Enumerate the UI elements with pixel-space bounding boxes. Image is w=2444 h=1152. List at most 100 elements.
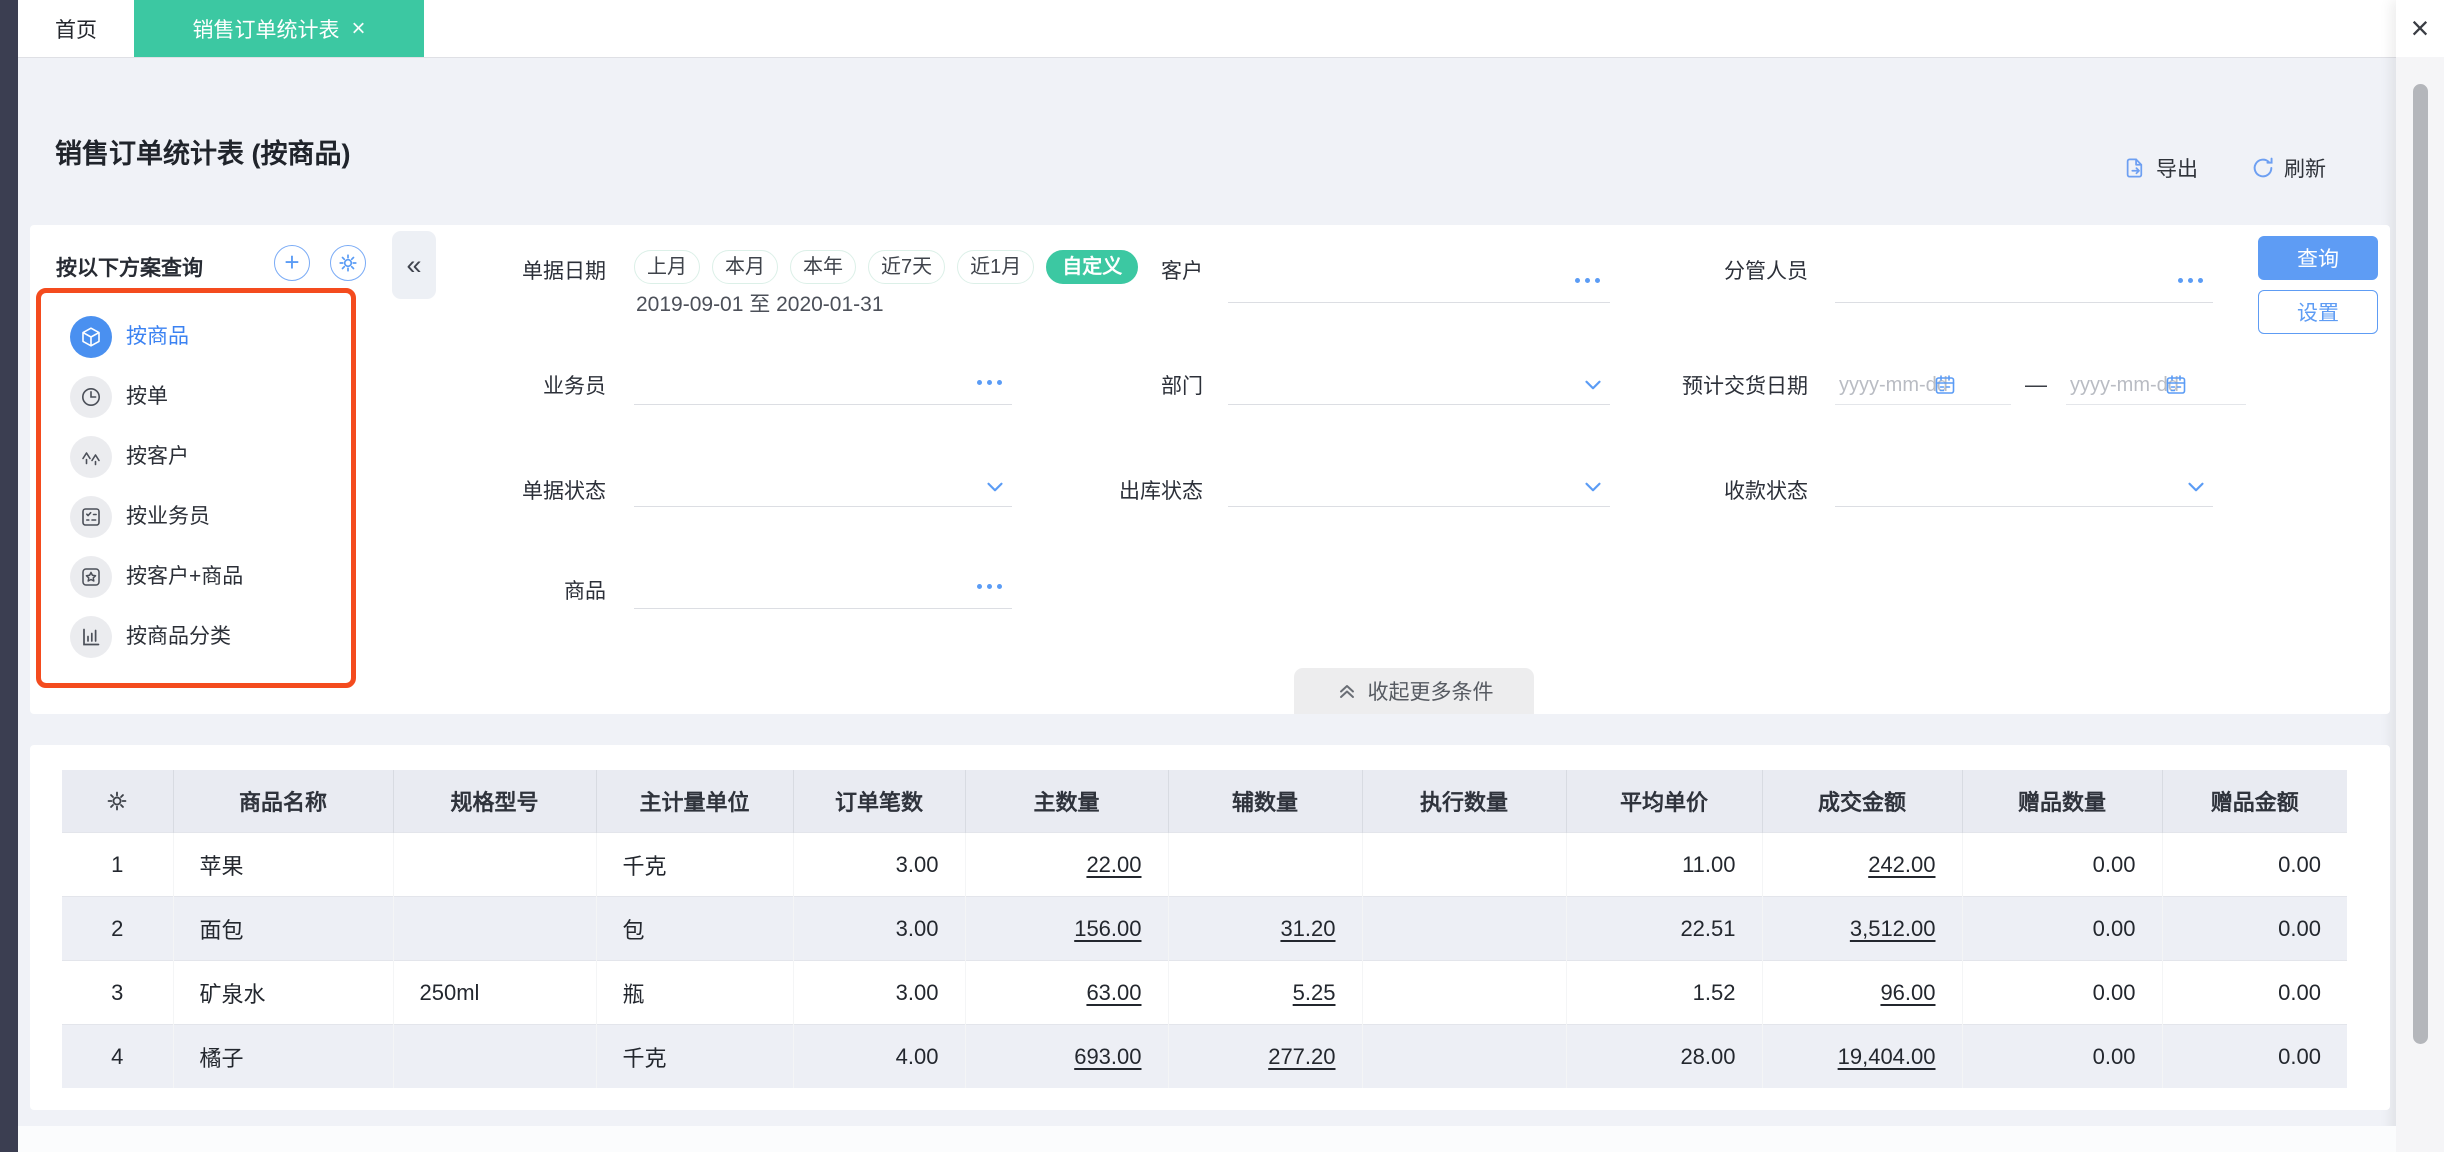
column-header-avg-price[interactable]: 平均单价	[1565, 770, 1762, 833]
outbound-status-input[interactable]	[1232, 474, 1574, 499]
cell-main-qty-link[interactable]: 693.00	[964, 1024, 1168, 1088]
cell-unit: 千克	[595, 832, 793, 897]
column-header-aux-qty[interactable]: 辅数量	[1167, 770, 1362, 833]
quick-range-last-1-month[interactable]: 近1月	[957, 250, 1035, 284]
customer-product-star-icon	[70, 556, 112, 598]
cell-aux-qty-link[interactable]: 5.25	[1167, 960, 1362, 1025]
cell-spec	[392, 832, 596, 897]
chevron-down-icon[interactable]	[1580, 474, 1606, 500]
cell-amount-link[interactable]: 242.00	[1761, 832, 1962, 897]
cell-unit: 千克	[595, 1024, 793, 1088]
cell-exec-qty	[1361, 960, 1566, 1025]
ellipsis-picker-icon[interactable]	[977, 380, 1002, 385]
salesman-checklist-icon	[70, 496, 112, 538]
cell-main-qty-link[interactable]: 63.00	[964, 960, 1168, 1025]
quick-range-this-month[interactable]: 本月	[712, 250, 778, 284]
cell-amount-link[interactable]: 96.00	[1761, 960, 1962, 1025]
filter-label-salesman: 业务员	[543, 375, 606, 398]
scheme-settings-button[interactable]	[330, 245, 366, 281]
cell-avg-price: 1.52	[1565, 960, 1762, 1025]
department-input[interactable]	[1232, 372, 1574, 397]
quick-range-last-7-days[interactable]: 近7天	[868, 250, 946, 284]
ellipsis-picker-icon[interactable]	[2178, 278, 2203, 283]
doc-status-input[interactable]	[638, 474, 976, 499]
gear-icon	[339, 254, 357, 272]
chevrons-up-icon	[1339, 685, 1354, 698]
column-header-spec[interactable]: 规格型号	[392, 770, 596, 833]
doc-date-range-value[interactable]: 2019-09-01 至 2020-01-31	[636, 288, 884, 318]
bottom-band	[18, 1126, 2396, 1152]
product-input[interactable]	[638, 576, 976, 601]
scheme-item-label: 按客户+商品	[126, 565, 244, 588]
chevron-down-icon[interactable]	[1580, 372, 1606, 398]
cell-product-name: 面包	[172, 896, 393, 961]
scheme-item-label: 按单	[126, 385, 168, 408]
customer-field	[1228, 268, 1610, 303]
quick-range-this-year[interactable]: 本年	[790, 250, 856, 284]
column-header-unit[interactable]: 主计量单位	[595, 770, 793, 833]
cell-amount-link[interactable]: 3,512.00	[1761, 896, 1962, 961]
date-range-separator: —	[2025, 372, 2047, 397]
ellipsis-picker-icon[interactable]	[1575, 278, 1600, 283]
tab-sales-order-report[interactable]: 销售订单统计表 ×	[134, 0, 424, 57]
column-header-gift-amount[interactable]: 赠品金额	[2161, 770, 2347, 833]
column-header-gift-qty[interactable]: 赠品数量	[1961, 770, 2162, 833]
scheme-item-by-order[interactable]: 按单	[70, 376, 168, 418]
tab-active-label: 销售订单统计表	[192, 18, 340, 42]
column-header-product-name[interactable]: 商品名称	[172, 770, 393, 833]
table-row: 4 橘子 千克 4.00 693.00 277.20 28.00 19,404.…	[62, 1024, 2347, 1088]
refresh-button[interactable]: 刷新	[2244, 152, 2332, 184]
tab-home-label: 首页	[55, 18, 97, 42]
calendar-icon[interactable]	[1933, 373, 1957, 397]
tab-close-icon[interactable]: ×	[351, 16, 365, 41]
cell-amount-link[interactable]: 19,404.00	[1761, 1024, 1962, 1088]
cell-gift-amount: 0.00	[2161, 960, 2347, 1025]
cell-gift-qty: 0.00	[1961, 896, 2162, 961]
cell-avg-price: 22.51	[1565, 896, 1762, 961]
scheme-item-by-customer[interactable]: 按客户	[70, 436, 189, 478]
collapse-scheme-panel-button[interactable]: «	[392, 231, 436, 299]
salesman-input[interactable]	[638, 372, 976, 397]
quick-range-last-month[interactable]: 上月	[634, 250, 700, 284]
cell-row-index: 1	[62, 832, 173, 897]
cell-row-index: 2	[62, 896, 173, 961]
table-settings-gear-icon[interactable]	[62, 770, 173, 832]
cell-aux-qty-link[interactable]: 277.20	[1167, 1024, 1362, 1088]
cell-main-qty-link[interactable]: 156.00	[964, 896, 1168, 961]
cell-product-name: 橘子	[172, 1024, 393, 1088]
scheme-item-by-category[interactable]: 按商品分类	[70, 616, 231, 658]
cell-main-qty-link[interactable]: 22.00	[964, 832, 1168, 897]
column-header-order-count[interactable]: 订单笔数	[792, 770, 965, 833]
chevron-down-icon[interactable]	[982, 474, 1008, 500]
cell-aux-qty-link[interactable]	[1167, 832, 1362, 897]
cell-aux-qty-link[interactable]: 31.20	[1167, 896, 1362, 961]
customer-input[interactable]	[1232, 270, 1574, 295]
close-icon[interactable]: ×	[2396, 0, 2444, 57]
cell-unit: 包	[595, 896, 793, 961]
tab-home[interactable]: 首页	[18, 0, 134, 57]
column-header-exec-qty[interactable]: 执行数量	[1361, 770, 1566, 833]
table-header-row: 商品名称 规格型号 主计量单位 订单笔数 主数量 辅数量 执行数量 平均单价 成…	[62, 770, 2347, 833]
collapse-more-conditions-button[interactable]: 收起更多条件	[1294, 668, 1534, 714]
column-header-main-qty[interactable]: 主数量	[964, 770, 1168, 833]
settings-button[interactable]: 设置	[2258, 290, 2378, 334]
results-table: 商品名称 规格型号 主计量单位 订单笔数 主数量 辅数量 执行数量 平均单价 成…	[62, 770, 2347, 1088]
cell-row-index: 4	[62, 1024, 173, 1088]
calendar-icon[interactable]	[2164, 373, 2188, 397]
manager-input[interactable]	[1839, 270, 2177, 295]
filter-label-doc-status: 单据状态	[522, 480, 606, 503]
salesman-field	[634, 370, 1012, 405]
scheme-item-by-customer-product[interactable]: 按客户+商品	[70, 556, 243, 598]
export-button[interactable]: 导出	[2116, 152, 2204, 184]
column-header-amount[interactable]: 成交金额	[1761, 770, 1962, 833]
vertical-scrollbar[interactable]	[2413, 84, 2428, 1044]
payment-status-input[interactable]	[1839, 474, 2177, 499]
add-scheme-button[interactable]: +	[274, 245, 310, 281]
scheme-item-by-salesman[interactable]: 按业务员	[70, 496, 210, 538]
scheme-item-label: 按商品	[126, 325, 189, 348]
ellipsis-picker-icon[interactable]	[977, 584, 1002, 589]
chevron-down-icon[interactable]	[2183, 474, 2209, 500]
query-button[interactable]: 查询	[2258, 236, 2378, 280]
column-settings-header[interactable]	[62, 770, 173, 833]
scheme-item-by-product[interactable]: 按商品	[70, 316, 189, 358]
